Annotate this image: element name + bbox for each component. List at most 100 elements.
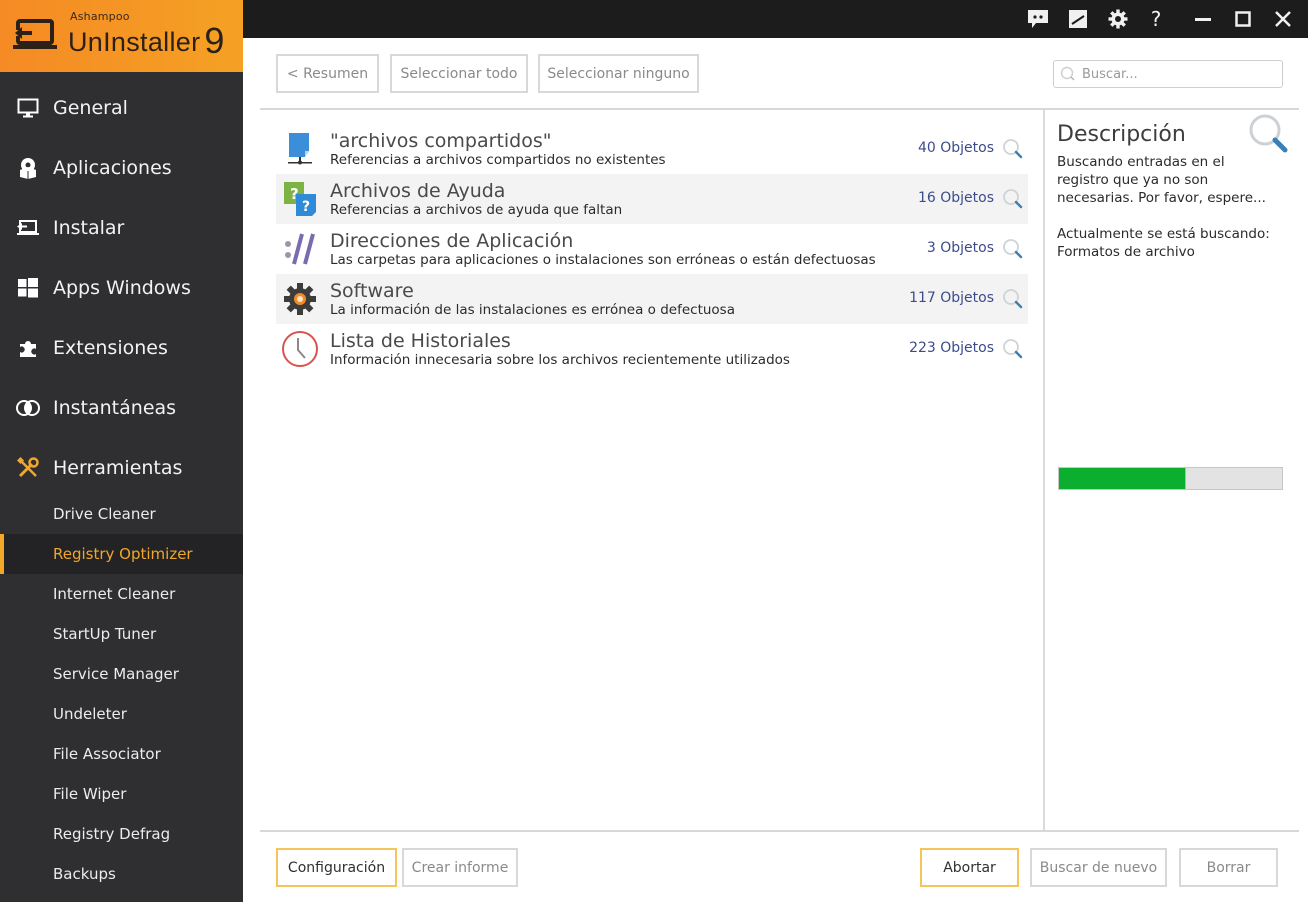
current-search-label: Actualmente se está buscando: (1057, 226, 1270, 242)
product-name: UnInstaller 9 (68, 18, 225, 61)
app-window: Ashampoo UnInstaller 9 General Aplicacion… (0, 0, 1308, 902)
result-count[interactable]: 16 Objetos (918, 190, 994, 206)
magnifier-icon[interactable] (1002, 288, 1024, 310)
help-icon: ? (1150, 7, 1162, 31)
subnav-registry-optimizer[interactable]: Registry Optimizer (0, 534, 243, 574)
subnav-drive-cleaner[interactable]: Drive Cleaner (0, 494, 243, 534)
search-icon (1060, 66, 1075, 81)
product-label: UnInstaller (68, 27, 201, 57)
magnifier-icon[interactable] (1002, 238, 1024, 260)
nav-item-instantaneas[interactable]: Instantáneas (0, 378, 243, 438)
result-count[interactable]: 40 Objetos (918, 140, 994, 156)
nav-item-instalar[interactable]: Instalar (0, 198, 243, 258)
subnav-file-wiper[interactable]: File Wiper (0, 774, 243, 814)
back-summary-button[interactable]: < Resumen (276, 54, 379, 93)
svg-text:?: ? (302, 199, 310, 215)
result-row-shared-files[interactable]: "archivos compartidos" Referencias a arc… (276, 124, 1028, 174)
nav-item-label: Apps Windows (53, 277, 191, 299)
close-button[interactable] (1268, 4, 1298, 34)
description-panel: Descripción Buscando entradas en el regi… (1057, 114, 1288, 261)
delete-button[interactable]: Borrar (1179, 848, 1278, 887)
product-version: 9 (204, 20, 225, 61)
abort-button[interactable]: Abortar (920, 848, 1019, 887)
tools-subnav: Drive Cleaner Registry Optimizer Interne… (0, 494, 243, 894)
result-row-software[interactable]: Software La información de las instalaci… (276, 274, 1028, 324)
feedback-button[interactable] (1023, 4, 1053, 34)
monitor-icon (16, 96, 40, 120)
magnifier-icon[interactable] (1002, 188, 1024, 210)
uninstaller-logo-icon (12, 19, 57, 49)
search-input[interactable] (1082, 66, 1272, 82)
nav-item-general[interactable]: General (0, 78, 243, 138)
sidebar: Ashampoo UnInstaller 9 General Aplicacion… (0, 0, 243, 902)
divider (260, 830, 1299, 832)
title-bar: ? (243, 0, 1308, 38)
select-none-button[interactable]: Seleccionar ninguno (538, 54, 699, 93)
nav-item-label: Herramientas (53, 457, 183, 479)
create-report-button[interactable]: Crear informe (402, 848, 518, 887)
settings-icon (1108, 9, 1128, 29)
result-row-help-files[interactable]: ?? Archivos de Ayuda Referencias a archi… (276, 174, 1028, 224)
feedback-icon (1028, 10, 1048, 28)
help-files-icon: ?? (276, 174, 324, 224)
configuration-button[interactable]: Configuración (276, 848, 397, 887)
software-gear-icon (276, 274, 324, 324)
result-count[interactable]: 223 Objetos (909, 340, 994, 356)
install-icon (16, 216, 40, 240)
current-search-value: Formatos de archivo (1057, 244, 1195, 260)
nav-item-label: Instalar (53, 217, 125, 239)
vertical-divider (1043, 110, 1045, 830)
maximize-icon (1235, 11, 1251, 27)
subnav-file-associator[interactable]: File Associator (0, 734, 243, 774)
nav-item-label: General (53, 97, 128, 119)
skin-button[interactable] (1063, 4, 1093, 34)
nav-item-aplicaciones[interactable]: Aplicaciones (0, 138, 243, 198)
rescan-button[interactable]: Buscar de nuevo (1030, 848, 1167, 887)
result-count[interactable]: 3 Objetos (927, 240, 994, 256)
nav-item-extensiones[interactable]: Extensiones (0, 318, 243, 378)
subnav-startup-tuner[interactable]: StartUp Tuner (0, 614, 243, 654)
shared-files-icon (276, 124, 324, 174)
nav-item-apps-windows[interactable]: Apps Windows (0, 258, 243, 318)
subnav-service-manager[interactable]: Service Manager (0, 654, 243, 694)
applications-icon (16, 156, 40, 180)
subnav-internet-cleaner[interactable]: Internet Cleaner (0, 574, 243, 614)
history-clock-icon (276, 324, 324, 374)
description-text: Buscando entradas en el registro que ya … (1057, 154, 1266, 206)
subnav-registry-defrag[interactable]: Registry Defrag (0, 814, 243, 854)
close-icon (1275, 11, 1291, 27)
result-row-app-paths[interactable]: Direcciones de Aplicación Las carpetas p… (276, 224, 1028, 274)
result-count[interactable]: 117 Objetos (909, 290, 994, 306)
skin-icon (1069, 10, 1087, 28)
minimize-icon (1195, 18, 1211, 21)
main-nav: General Aplicaciones Instalar Apps Windo… (0, 78, 243, 498)
select-all-button[interactable]: Seleccionar todo (390, 54, 528, 93)
snapshot-icon (16, 396, 40, 420)
subnav-undeleter[interactable]: Undeleter (0, 694, 243, 734)
magnifier-icon[interactable] (1002, 138, 1024, 160)
app-paths-icon (276, 224, 324, 274)
minimize-button[interactable] (1188, 4, 1218, 34)
puzzle-icon (16, 336, 40, 360)
large-magnifier-icon (1249, 114, 1288, 153)
search-box[interactable] (1053, 60, 1283, 88)
nav-item-herramientas[interactable]: Herramientas (0, 438, 243, 498)
progress-fill (1059, 468, 1187, 489)
tools-icon (16, 456, 40, 480)
result-description: Las carpetas para aplicaciones o instala… (330, 251, 876, 268)
main-panel: < Resumen Seleccionar todo Seleccionar n… (243, 38, 1308, 902)
result-title: Direcciones de Aplicación (330, 229, 574, 252)
divider (260, 108, 1299, 110)
result-row-history[interactable]: Lista de Historiales Información inneces… (276, 324, 1028, 374)
scan-progress-bar (1058, 467, 1283, 490)
maximize-button[interactable] (1228, 4, 1258, 34)
windows-icon (16, 276, 40, 300)
settings-button[interactable] (1103, 4, 1133, 34)
nav-item-label: Instantáneas (53, 397, 177, 419)
nav-item-label: Aplicaciones (53, 157, 172, 179)
results-list: "archivos compartidos" Referencias a arc… (276, 124, 1028, 374)
magnifier-icon[interactable] (1002, 338, 1024, 360)
subnav-backups[interactable]: Backups (0, 854, 243, 894)
help-button[interactable]: ? (1141, 4, 1171, 34)
nav-item-label: Extensiones (53, 337, 168, 359)
